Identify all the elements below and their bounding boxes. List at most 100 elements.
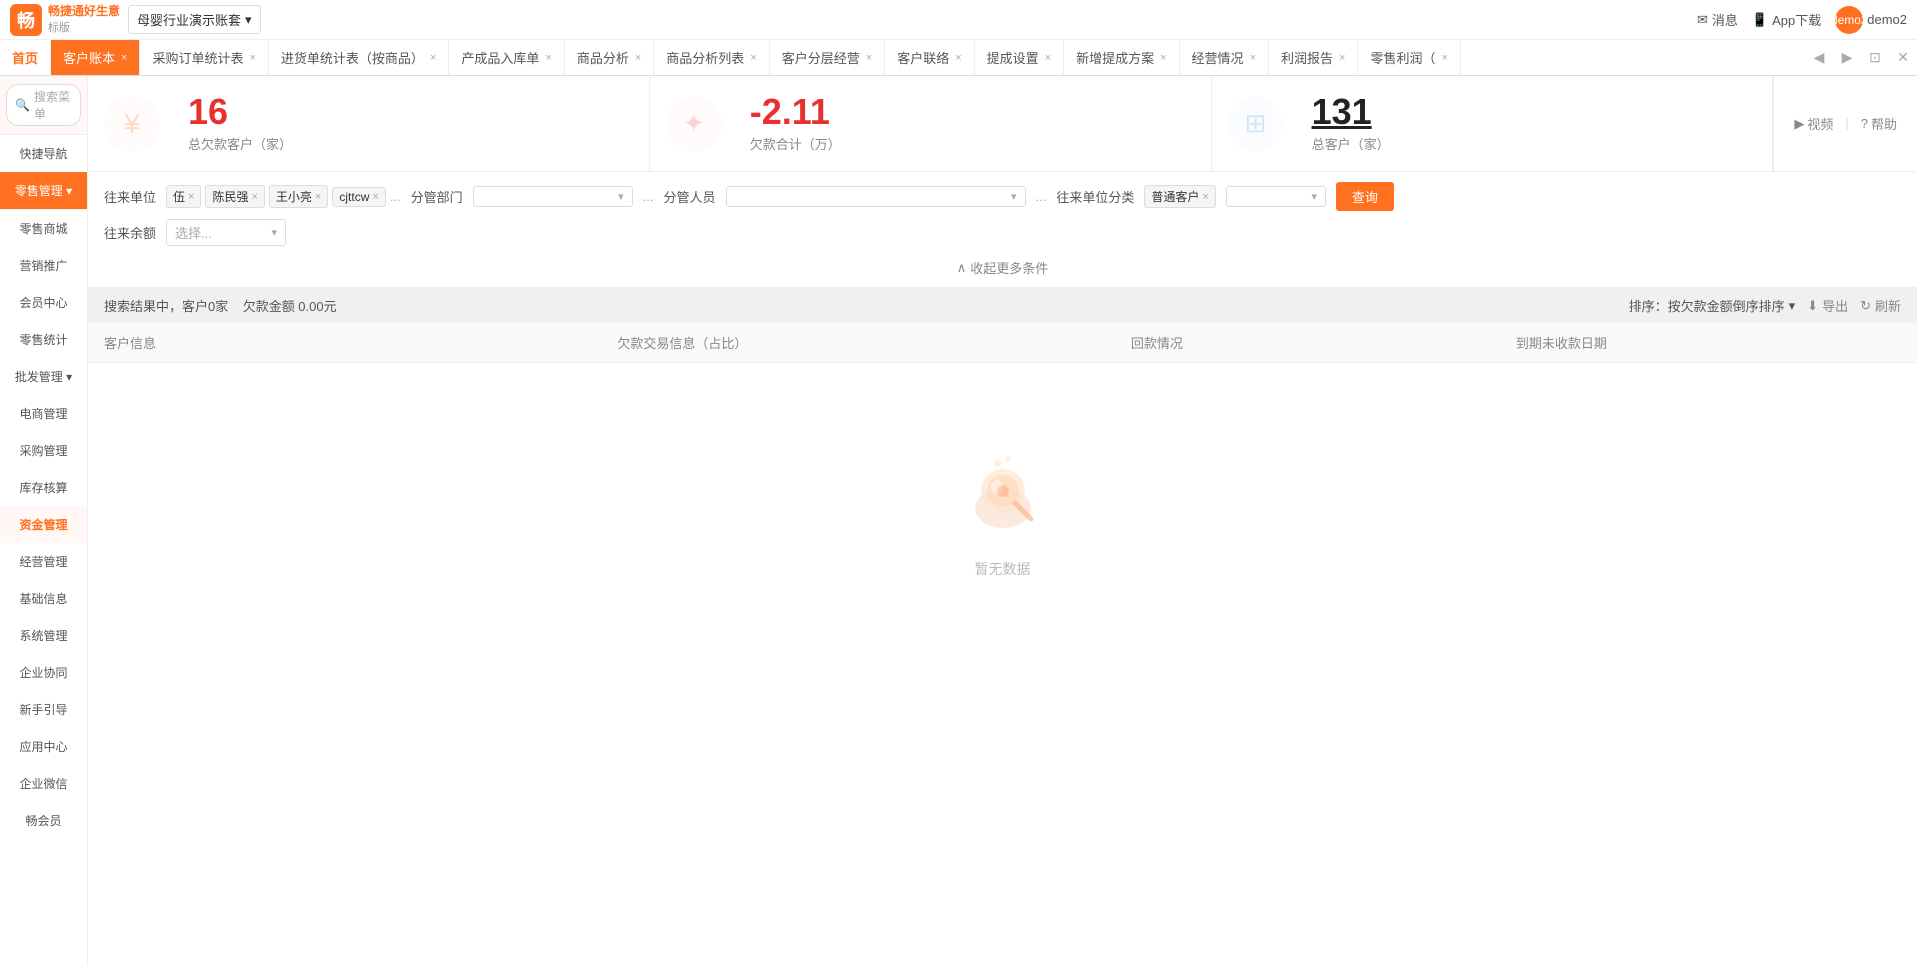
- help-label: 帮助: [1871, 114, 1897, 133]
- empty-state: 暂无数据: [88, 363, 1917, 659]
- col-debt-info: 欠款交易信息（占比）: [617, 333, 1130, 352]
- tab-product-inbound-close[interactable]: ×: [545, 52, 551, 64]
- tab-retail-profit-close[interactable]: ×: [1441, 52, 1447, 64]
- nav-close-btn[interactable]: ✕: [1889, 40, 1917, 76]
- tab-product-analysis[interactable]: 商品分析 ×: [565, 40, 654, 75]
- refresh-icon: ↻: [1860, 298, 1871, 314]
- nav-prev-btn[interactable]: ◀: [1805, 40, 1833, 76]
- sidebar-item-system[interactable]: 系统管理: [0, 617, 87, 654]
- dept-filter-label: 分管部门: [411, 187, 463, 206]
- sort-selector[interactable]: 排序：按欠款金额倒序排序 ▾: [1629, 296, 1796, 315]
- sidebar-item-system-label: 系统管理: [19, 629, 67, 643]
- org-selector[interactable]: 母婴行业演示账套 ▾: [128, 5, 261, 34]
- refresh-button[interactable]: ↻ 刷新: [1860, 296, 1901, 315]
- sidebar-item-basic-info[interactable]: 基础信息: [0, 580, 87, 617]
- query-button[interactable]: 查询: [1336, 182, 1394, 211]
- sidebar-item-inventory[interactable]: 库存核算: [0, 469, 87, 506]
- sidebar-item-enterprise-wechat[interactable]: 企业微信: [0, 765, 87, 802]
- tab-improve-settings-close[interactable]: ×: [1045, 52, 1051, 64]
- tab-product-analysis-close[interactable]: ×: [635, 52, 641, 64]
- unit-tag-cjttcw[interactable]: cjttcw ×: [332, 187, 385, 207]
- unit-more-tag[interactable]: ...: [390, 189, 401, 204]
- sidebar-item-retail-mall[interactable]: 零售商城: [0, 210, 87, 247]
- user-area[interactable]: demo2 demo2: [1835, 6, 1907, 34]
- sidebar-item-retail[interactable]: 零售管理 ▾: [0, 172, 87, 210]
- tab-accounts[interactable]: 客户账本 ×: [51, 40, 140, 75]
- tab-operations-label: 经营情况: [1192, 48, 1244, 67]
- tab-product-inbound[interactable]: 产成品入库单 ×: [449, 40, 564, 75]
- tab-new-improve-plan-close[interactable]: ×: [1160, 52, 1166, 64]
- dept-select[interactable]: ▾: [473, 186, 633, 207]
- sidebar-item-membership[interactable]: 畅会员: [0, 802, 87, 839]
- tab-home[interactable]: 首页: [0, 40, 51, 75]
- tab-profit-report-close[interactable]: ×: [1339, 52, 1345, 64]
- sidebar-item-retail-mall-label: 零售商城: [19, 222, 67, 236]
- tab-improve-settings[interactable]: 提成设置 ×: [975, 40, 1064, 75]
- unit-tag-cjttcw-close[interactable]: ×: [372, 191, 378, 203]
- sidebar-item-new-guide[interactable]: 新手引导: [0, 691, 87, 728]
- unit-tag-chen-close[interactable]: ×: [251, 191, 257, 203]
- sidebar-search-input[interactable]: 🔍 搜索菜单: [6, 84, 81, 126]
- unit-tag-wang-close[interactable]: ×: [315, 191, 321, 203]
- tab-operations[interactable]: 经营情况 ×: [1180, 40, 1269, 75]
- sidebar-item-member[interactable]: 会员中心: [0, 284, 87, 321]
- sidebar-item-finance[interactable]: 资金管理: [0, 506, 87, 543]
- tab-customer-contact-close[interactable]: ×: [955, 52, 961, 64]
- stat-total-customers-number: 131: [1312, 94, 1743, 130]
- collapse-row: ∧ 收起更多条件: [104, 254, 1901, 277]
- tab-accounts-close[interactable]: ×: [121, 52, 127, 64]
- unit-type-tag-normal[interactable]: 普通客户 ×: [1144, 185, 1215, 208]
- results-text: 搜索结果中，客户0家: [104, 299, 228, 314]
- tab-customer-tier[interactable]: 客户分层经营 ×: [770, 40, 885, 75]
- collapse-icon: ∧: [957, 260, 967, 276]
- unit-tag-wang[interactable]: 王小亮 ×: [269, 185, 328, 208]
- nav-restore-btn[interactable]: ⊡: [1861, 40, 1889, 76]
- stat-total-customers-bg-icon: ⊞: [1228, 96, 1284, 152]
- tab-product-analysis-list-close[interactable]: ×: [750, 52, 756, 64]
- tab-profit-report[interactable]: 利润报告 ×: [1269, 40, 1358, 75]
- sidebar-item-ecommerce[interactable]: 电商管理: [0, 395, 87, 432]
- unit-tag-wu[interactable]: 伍 ×: [166, 185, 201, 208]
- empty-state-illustration: [953, 443, 1053, 543]
- video-help-btn[interactable]: ▶ 视频: [1794, 114, 1833, 133]
- results-bar-right: 排序：按欠款金额倒序排序 ▾ ⬇ 导出 ↻ 刷新: [1629, 296, 1901, 315]
- tab-customer-contact[interactable]: 客户联络 ×: [885, 40, 974, 75]
- message-btn[interactable]: ✉ 消息: [1697, 10, 1738, 29]
- tab-customer-tier-close[interactable]: ×: [866, 52, 872, 64]
- stat-debt-amount-bg-icon: ✦: [666, 96, 722, 152]
- unit-tag-wu-close[interactable]: ×: [188, 191, 194, 203]
- person-more[interactable]: ...: [1036, 189, 1047, 204]
- tab-purchase-stats-by-product-close[interactable]: ×: [430, 52, 436, 64]
- sidebar-item-operations-mgmt[interactable]: 经营管理: [0, 543, 87, 580]
- tab-purchase-order-stats-close[interactable]: ×: [249, 52, 255, 64]
- sidebar-item-retail-stats[interactable]: 零售统计: [0, 321, 87, 358]
- tab-product-analysis-list[interactable]: 商品分析列表 ×: [654, 40, 769, 75]
- person-select[interactable]: ▾: [726, 186, 1026, 207]
- stat-total-customers-content: 131 总客户（家）: [1242, 94, 1743, 153]
- doc-help-btn[interactable]: ? 帮助: [1861, 114, 1897, 133]
- tab-new-improve-plan[interactable]: 新增提成方案 ×: [1064, 40, 1179, 75]
- sidebar-item-quick-nav[interactable]: 快捷导航: [0, 135, 87, 172]
- unit-tag-chen[interactable]: 陈民强 ×: [205, 185, 264, 208]
- play-icon: ▶: [1794, 116, 1804, 132]
- sidebar-item-app-center[interactable]: 应用中心: [0, 728, 87, 765]
- tab-retail-profit[interactable]: 零售利润（ ×: [1358, 40, 1460, 75]
- top-bar-right: ✉ 消息 📱 App下载 demo2 demo2: [1697, 6, 1907, 34]
- sidebar-item-wholesale[interactable]: 批发管理 ▾: [0, 358, 87, 395]
- app-download-btn[interactable]: 📱 App下载: [1752, 10, 1821, 29]
- tab-purchase-order-stats[interactable]: 采购订单统计表 ×: [140, 40, 268, 75]
- collapse-button[interactable]: ∧ 收起更多条件: [957, 258, 1049, 277]
- export-button[interactable]: ⬇ 导出: [1807, 296, 1848, 315]
- tab-purchase-stats-by-product[interactable]: 进货单统计表（按商品） ×: [269, 40, 449, 75]
- stat-total-customers-label: 总客户（家）: [1312, 134, 1743, 153]
- dept-more[interactable]: ...: [643, 189, 654, 204]
- unit-type-select[interactable]: ▾: [1226, 186, 1326, 207]
- tab-operations-close[interactable]: ×: [1250, 52, 1256, 64]
- sidebar-item-purchase[interactable]: 采购管理: [0, 432, 87, 469]
- refresh-label: 刷新: [1875, 296, 1901, 315]
- sidebar-item-marketing[interactable]: 营销推广: [0, 247, 87, 284]
- nav-next-btn[interactable]: ▶: [1833, 40, 1861, 76]
- unit-type-tag-normal-close[interactable]: ×: [1202, 191, 1208, 203]
- sidebar-item-enterprise-collab[interactable]: 企业协同: [0, 654, 87, 691]
- balance-select[interactable]: 选择... ▾: [166, 219, 286, 246]
